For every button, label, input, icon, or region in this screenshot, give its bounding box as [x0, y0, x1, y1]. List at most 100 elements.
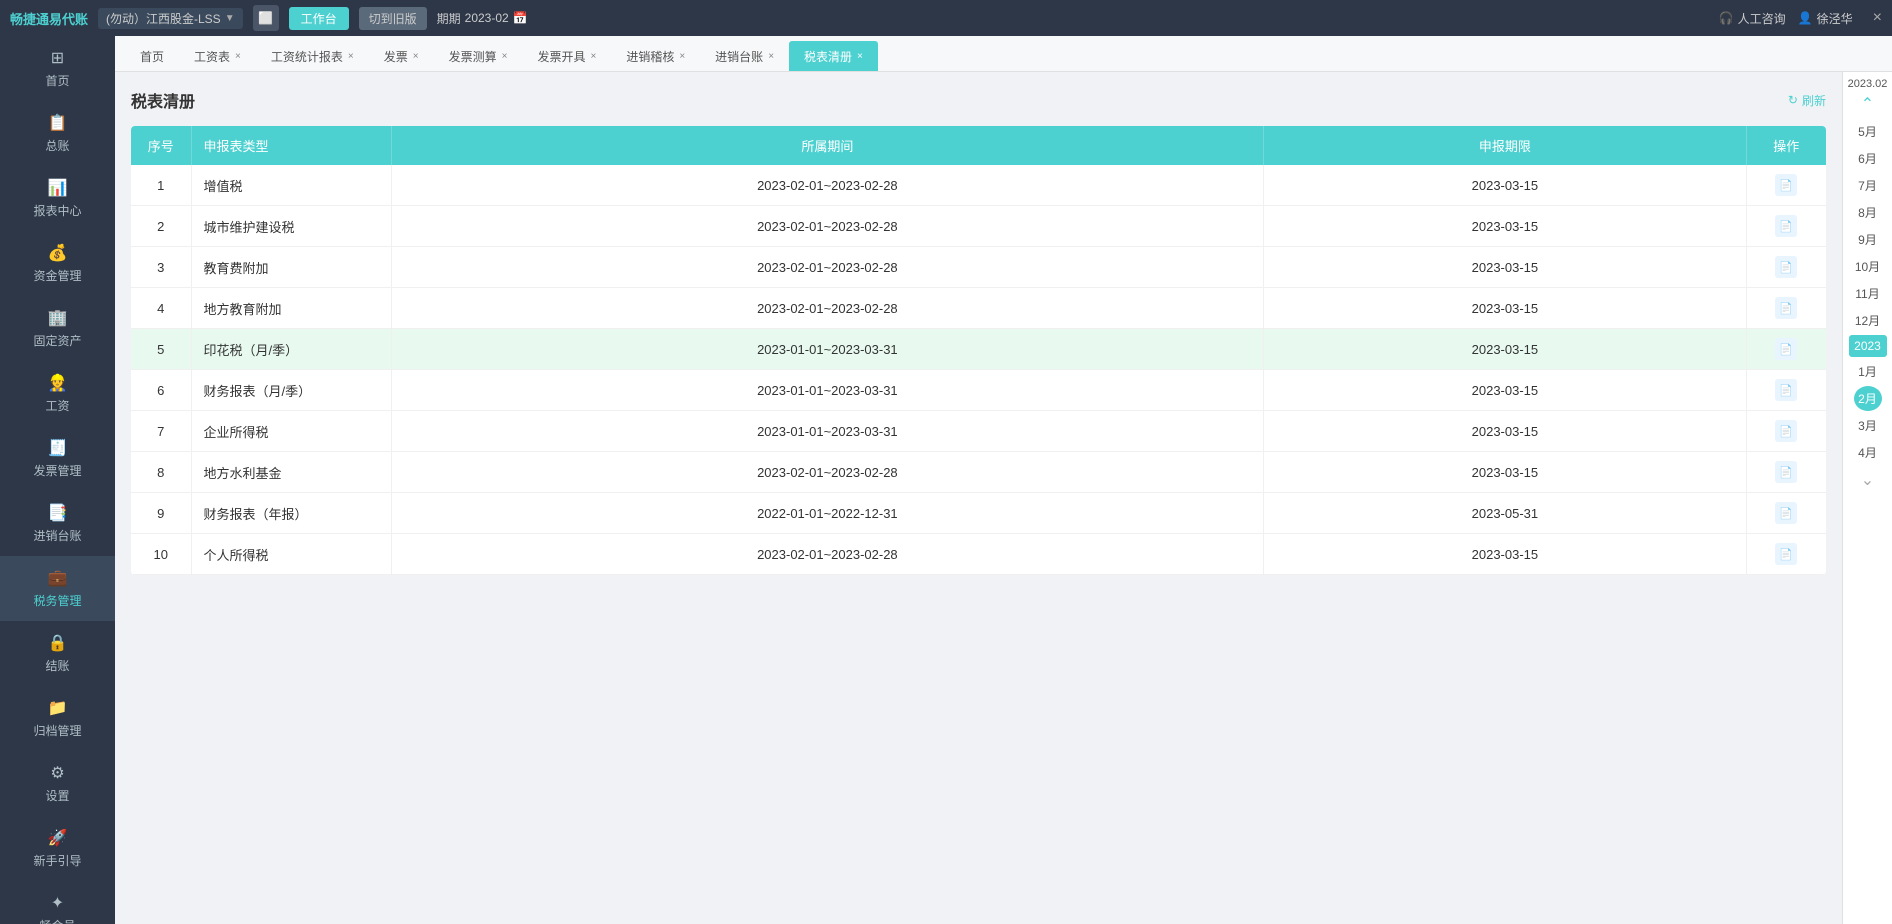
cell-no: 1: [131, 165, 191, 206]
inout-ledger-icon: 📑: [48, 503, 68, 523]
file-action-icon[interactable]: 📄: [1775, 461, 1797, 483]
col-header-action: 操作: [1746, 126, 1826, 165]
month-9[interactable]: 9月: [1849, 227, 1887, 252]
cell-type: 财务报表（年报）: [191, 493, 391, 534]
reports-icon: 📊: [48, 178, 68, 198]
cell-no: 10: [131, 534, 191, 575]
month-8[interactable]: 8月: [1849, 200, 1887, 225]
calendar-icon[interactable]: 📅: [513, 11, 528, 25]
close-period-icon: 🔒: [48, 633, 68, 653]
month-3[interactable]: 3月: [1849, 413, 1887, 438]
file-action-icon[interactable]: 📄: [1775, 379, 1797, 401]
user-menu[interactable]: 👤 徐泾华: [1798, 10, 1853, 27]
sidebar-item-assets[interactable]: 🏢 固定资产: [0, 296, 115, 361]
sidebar-label-tax-mgmt: 税务管理: [33, 592, 81, 609]
table-row: 9 财务报表（年报） 2022-01-01~2022-12-31 2023-05…: [131, 493, 1826, 534]
ai-service-button[interactable]: 🎧 人工咨询: [1719, 10, 1786, 27]
top-right-actions: 🎧 人工咨询 👤 徐泾华 ×: [1719, 9, 1882, 27]
sidebar-item-funds[interactable]: 💰 资金管理: [0, 231, 115, 296]
close-icon[interactable]: ×: [1873, 9, 1882, 27]
close-tab-inout-check[interactable]: ×: [679, 51, 685, 62]
sidebar-item-archive[interactable]: 📁 归档管理: [0, 686, 115, 751]
sidebar-label-settings: 设置: [45, 787, 69, 804]
scroll-up-button[interactable]: ⌃: [1861, 94, 1874, 114]
cell-no: 9: [131, 493, 191, 534]
sidebar-label-home: 首页: [45, 72, 69, 89]
cell-action: 📄: [1746, 206, 1826, 247]
sidebar-item-vip[interactable]: ✦ 畅会员: [0, 881, 115, 924]
month-11[interactable]: 11月: [1849, 281, 1887, 306]
col-header-deadline: 申报期限: [1264, 126, 1746, 165]
page-title: 税表清册: [131, 88, 195, 112]
scroll-down-button[interactable]: ⌄: [1861, 470, 1874, 490]
sidebar-item-salary[interactable]: 👷 工资: [0, 361, 115, 426]
tab-tax-list[interactable]: 税表清册 ×: [789, 41, 878, 71]
cell-period: 2023-02-01~2023-02-28: [391, 534, 1264, 575]
sidebar-item-tax-mgmt[interactable]: 💼 税务管理: [0, 556, 115, 621]
cell-type: 城市维护建设税: [191, 206, 391, 247]
month-4[interactable]: 4月: [1849, 440, 1887, 465]
file-action-icon[interactable]: 📄: [1775, 215, 1797, 237]
copy-icon[interactable]: ⬜: [253, 5, 279, 31]
cell-period: 2023-01-01~2023-03-31: [391, 411, 1264, 452]
file-action-icon[interactable]: 📄: [1775, 502, 1797, 524]
sidebar-label-close: 结账: [45, 657, 69, 674]
close-tab-salary-stats[interactable]: ×: [348, 51, 354, 62]
month-10[interactable]: 10月: [1849, 254, 1887, 279]
close-tab-invoice-calc[interactable]: ×: [502, 51, 508, 62]
sidebar-item-inout-ledger[interactable]: 📑 进销台账: [0, 491, 115, 556]
close-tab-salary[interactable]: ×: [235, 51, 241, 62]
file-action-icon[interactable]: 📄: [1775, 297, 1797, 319]
sidebar-label-inout-ledger: 进销台账: [33, 527, 81, 544]
year-2023-label[interactable]: 2023: [1849, 335, 1887, 357]
close-tab-invoice-open[interactable]: ×: [590, 51, 596, 62]
sidebar-item-reports[interactable]: 📊 报表中心: [0, 166, 115, 231]
close-tab-inout-ledger[interactable]: ×: [768, 51, 774, 62]
salary-icon: 👷: [48, 373, 68, 393]
workbench-button[interactable]: 工作台: [289, 7, 349, 30]
switch-old-button[interactable]: 切到旧版: [359, 7, 427, 30]
tab-bar: 首页 工资表 × 工资统计报表 × 发票 × 发票测算 × 发票开具 ×: [115, 36, 1892, 72]
close-tab-tax-list[interactable]: ×: [857, 51, 863, 62]
vip-icon: ✦: [51, 893, 64, 913]
month-5[interactable]: 5月: [1849, 119, 1887, 144]
file-action-icon[interactable]: 📄: [1775, 174, 1797, 196]
tab-invoice-open[interactable]: 发票开具 ×: [522, 41, 611, 71]
sidebar-item-close[interactable]: 🔒 结账: [0, 621, 115, 686]
month-6[interactable]: 6月: [1849, 146, 1887, 171]
refresh-button[interactable]: ↻ 刷新: [1788, 92, 1826, 109]
file-action-icon[interactable]: 📄: [1775, 543, 1797, 565]
tab-inout-ledger[interactable]: 进销台账 ×: [700, 41, 789, 71]
cell-type: 印花税（月/季）: [191, 329, 391, 370]
sidebar-item-settings[interactable]: ⚙ 设置: [0, 751, 115, 816]
cell-no: 6: [131, 370, 191, 411]
cell-no: 7: [131, 411, 191, 452]
month-7[interactable]: 7月: [1849, 173, 1887, 198]
sidebar-item-ledger[interactable]: 📋 总账: [0, 101, 115, 166]
tab-salary-stats[interactable]: 工资统计报表 ×: [256, 41, 369, 71]
file-action-icon[interactable]: 📄: [1775, 338, 1797, 360]
close-tab-invoice[interactable]: ×: [413, 51, 419, 62]
table-row: 6 财务报表（月/季） 2023-01-01~2023-03-31 2023-0…: [131, 370, 1826, 411]
month-12[interactable]: 12月: [1849, 308, 1887, 333]
file-action-icon[interactable]: 📄: [1775, 256, 1797, 278]
month-2-active[interactable]: 2月: [1854, 386, 1882, 411]
funds-icon: 💰: [48, 243, 68, 263]
file-action-icon[interactable]: 📄: [1775, 420, 1797, 442]
tab-inout-check[interactable]: 进销稽核 ×: [611, 41, 700, 71]
sidebar-item-newbie[interactable]: 🚀 新手引导: [0, 816, 115, 881]
cell-period: 2023-02-01~2023-02-28: [391, 165, 1264, 206]
tab-invoice-calc[interactable]: 发票测算 ×: [434, 41, 523, 71]
sidebar-item-invoice-mgmt[interactable]: 🧾 发票管理: [0, 426, 115, 491]
period-display: 2023.02: [1848, 78, 1888, 90]
sidebar-item-home[interactable]: ⊞ 首页: [0, 36, 115, 101]
cell-action: 📄: [1746, 493, 1826, 534]
settings-icon: ⚙: [50, 763, 64, 783]
tab-invoice[interactable]: 发票 ×: [369, 41, 434, 71]
tab-salary[interactable]: 工资表 ×: [179, 41, 256, 71]
archive-icon: 📁: [48, 698, 68, 718]
sidebar-label-archive: 归档管理: [33, 722, 81, 739]
month-1[interactable]: 1月: [1849, 359, 1887, 384]
tab-home[interactable]: 首页: [125, 41, 179, 71]
company-selector[interactable]: (勿动）江西股金-LSS ▼: [98, 8, 243, 29]
